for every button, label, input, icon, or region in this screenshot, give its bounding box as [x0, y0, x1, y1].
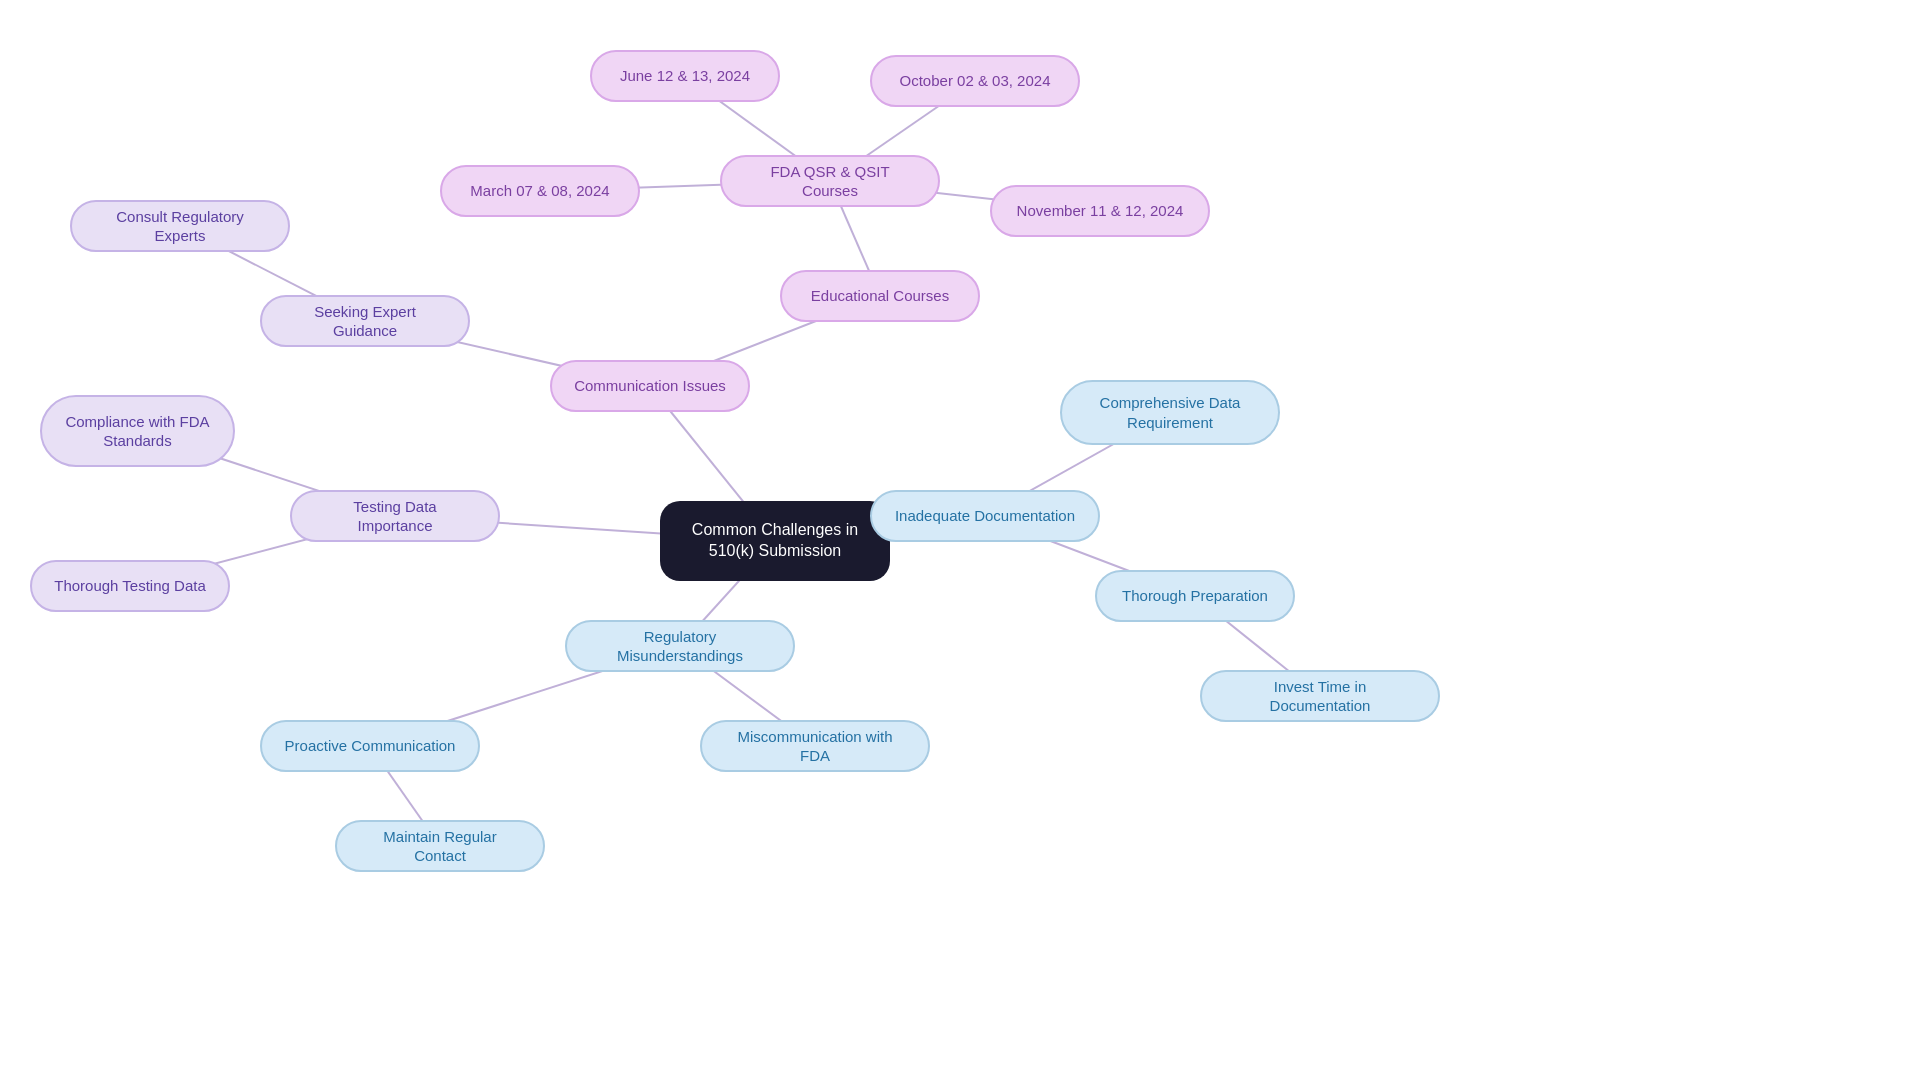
comprehensive-data-node[interactable]: Comprehensive Data Requirement [1060, 380, 1280, 445]
compliance-fda-node[interactable]: Compliance with FDA Standards [40, 395, 235, 467]
consult-regulatory-node[interactable]: Consult Regulatory Experts [70, 200, 290, 252]
invest-time-node[interactable]: Invest Time in Documentation [1200, 670, 1440, 722]
center-node[interactable]: Common Challenges in 510(k) Submission [660, 501, 890, 581]
educational-courses-node[interactable]: Educational Courses [780, 270, 980, 322]
november-dates-node[interactable]: November 11 & 12, 2024 [990, 185, 1210, 237]
mind-map-container: Common Challenges in 510(k) Submission Co… [0, 0, 1920, 1083]
thorough-prep-node[interactable]: Thorough Preparation [1095, 570, 1295, 622]
miscommunication-fda-node[interactable]: Miscommunication with FDA [700, 720, 930, 772]
communication-issues-node[interactable]: Communication Issues [550, 360, 750, 412]
maintain-contact-node[interactable]: Maintain Regular Contact [335, 820, 545, 872]
inadequate-doc-node[interactable]: Inadequate Documentation [870, 490, 1100, 542]
regulatory-misunderstandings-node[interactable]: Regulatory Misunderstandings [565, 620, 795, 672]
proactive-communication-node[interactable]: Proactive Communication [260, 720, 480, 772]
march-dates-node[interactable]: March 07 & 08, 2024 [440, 165, 640, 217]
october-dates-node[interactable]: October 02 & 03, 2024 [870, 55, 1080, 107]
testing-data-importance-node[interactable]: Testing Data Importance [290, 490, 500, 542]
june-dates-node[interactable]: June 12 & 13, 2024 [590, 50, 780, 102]
thorough-testing-node[interactable]: Thorough Testing Data [30, 560, 230, 612]
fda-qsr-courses-node[interactable]: FDA QSR & QSIT Courses [720, 155, 940, 207]
seeking-expert-node[interactable]: Seeking Expert Guidance [260, 295, 470, 347]
